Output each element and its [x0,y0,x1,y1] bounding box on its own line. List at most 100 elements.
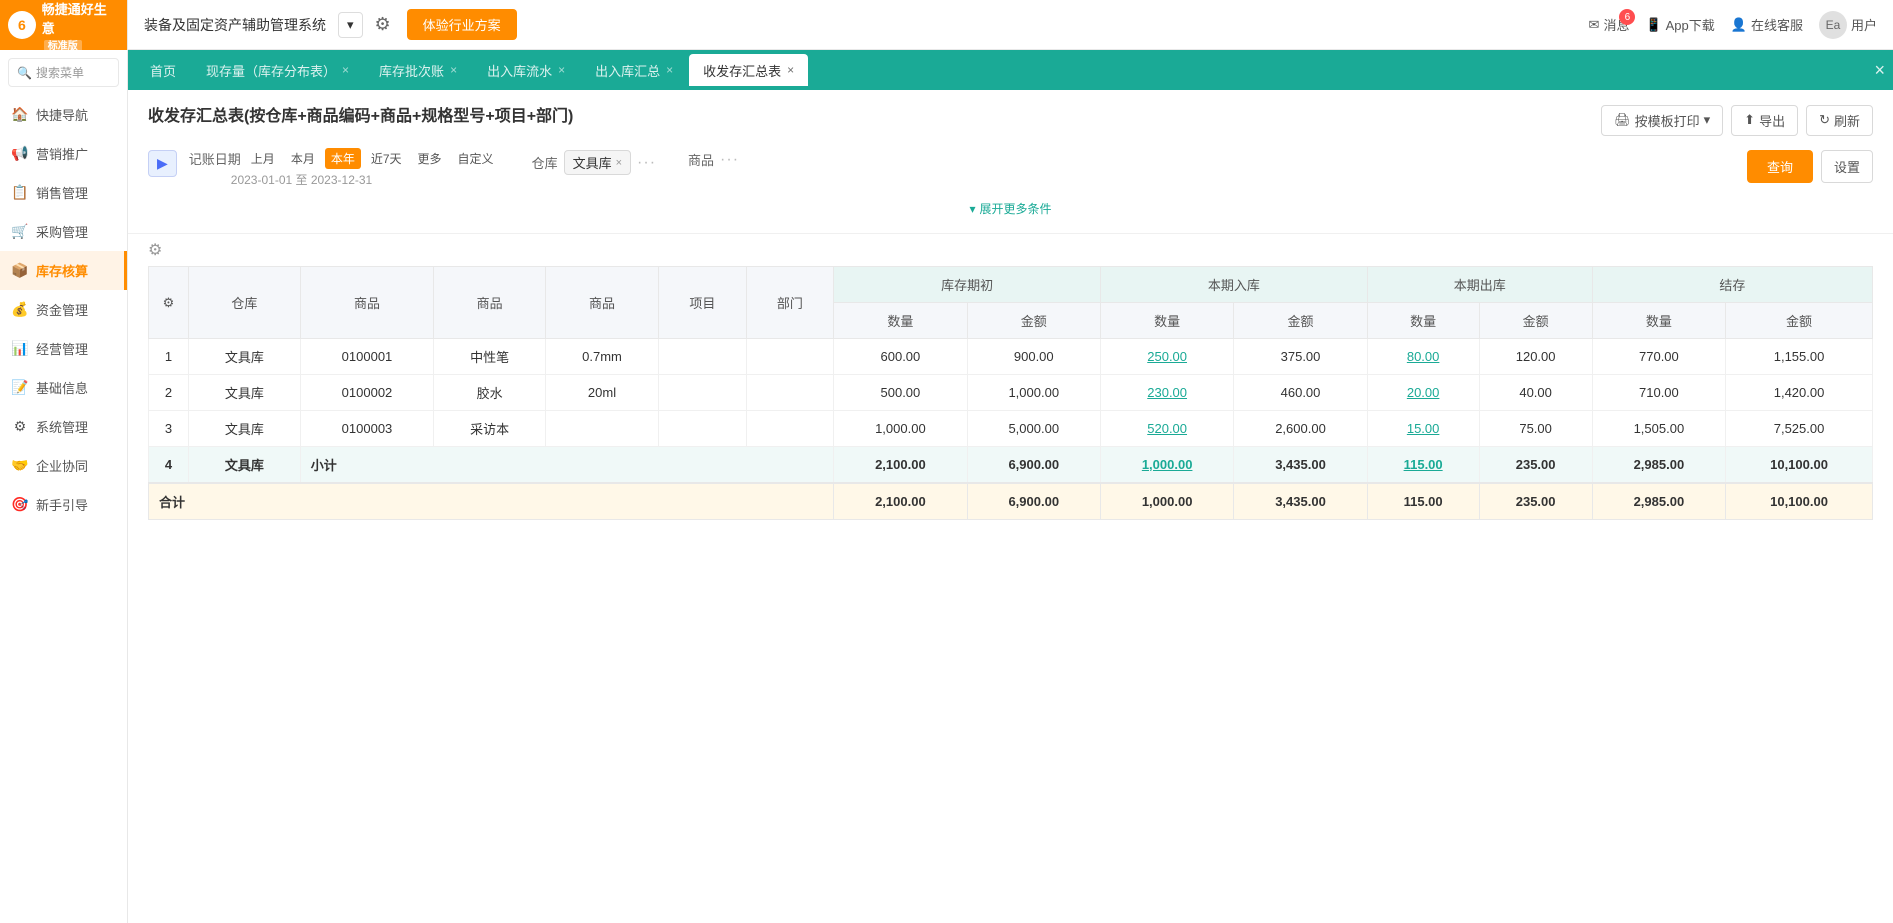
export-btn[interactable]: ⬆ 导出 [1731,105,1798,136]
sidebar-item-basic-info[interactable]: 📝 基础信息 [0,368,127,407]
tab-in-out-summary-close[interactable]: × [666,63,673,77]
sidebar-item-enterprise[interactable]: 🤝 企业协同 [0,446,127,485]
date-btn-7days[interactable]: 近7天 [365,148,408,169]
sidebar-item-system[interactable]: ⚙ 系统管理 [0,407,127,446]
user-avatar: Ea [1819,11,1847,39]
tab-inventory-dist[interactable]: 现存量（库存分布表） × [192,54,363,86]
subtotal-label: 小计 [300,447,833,484]
close-all-tabs-btn[interactable]: × [1874,60,1885,81]
page-title: 收发存汇总表(按仓库+商品编码+商品+规格型号+项目+部门) [148,102,573,126]
date-btn-last-month[interactable]: 上月 [245,148,281,169]
sidebar-item-operation[interactable]: 📊 经营管理 [0,329,127,368]
row-in-qty[interactable]: 520.00 [1100,411,1233,447]
user-menu[interactable]: Ea 用户 [1819,11,1877,39]
tab-in-out-summary[interactable]: 出入库汇总 × [581,54,687,86]
messages-btn[interactable]: ✉ 消息 6 [1589,15,1630,34]
online-service-btn[interactable]: 👤 在线客服 [1731,15,1803,34]
row-out-qty[interactable]: 80.00 [1367,339,1479,375]
warehouse-filter-dots[interactable]: ··· [637,154,656,172]
total-in-amt: 3,435.00 [1234,483,1367,520]
row-out-qty[interactable]: 20.00 [1367,375,1479,411]
filter-settings-btn[interactable]: 设置 [1821,150,1873,183]
sidebar-item-label: 新手引导 [36,495,88,514]
topbar-right: ✉ 消息 6 📱 App下载 👤 在线客服 Ea 用户 [1589,11,1877,39]
filter-collapse-btn[interactable]: ▶ [148,150,177,177]
refresh-icon: ↻ [1819,112,1830,128]
table-settings-icon[interactable]: ⚙ [148,240,162,260]
tab-receive-send-summary-close[interactable]: × [787,63,794,77]
tab-in-out-flow[interactable]: 出入库流水 × [473,54,579,86]
goods-filter-dots[interactable]: ··· [720,151,739,169]
filter-action-group: 查询 设置 [1747,150,1873,183]
trial-btn[interactable]: 体验行业方案 [407,9,517,40]
sidebar-item-inventory[interactable]: 📦 库存核算 [0,251,127,290]
page-content: 收发存汇总表(按仓库+商品编码+商品+规格型号+项目+部门) 🖨 按模板打印 ▾… [128,90,1893,923]
row-warehouse: 文具库 [189,375,301,411]
search-icon: 🔍 [17,66,32,80]
subtotal-out-amt: 235.00 [1479,447,1592,484]
goods-filter-group: 商品 ··· [688,150,739,169]
row-out-qty[interactable]: 15.00 [1367,411,1479,447]
th-settings[interactable]: ⚙ [149,267,189,339]
query-btn[interactable]: 查询 [1747,150,1813,183]
tab-home[interactable]: 首页 [136,54,190,86]
sidebar-item-purchase[interactable]: 🛒 采购管理 [0,212,127,251]
tab-in-out-flow-label: 出入库流水 [487,61,552,80]
expand-conditions-btn[interactable]: ▾ 展开更多条件 [148,194,1873,223]
tab-batch-ledger-close[interactable]: × [450,63,457,77]
refresh-btn[interactable]: ↻ 刷新 [1806,105,1873,136]
date-btn-this-month[interactable]: 本月 [285,148,321,169]
date-shortcuts-row: 记账日期 上月 本月 本年 近7天 更多 自定义 [189,148,500,169]
sidebar-item-capital[interactable]: 💰 资金管理 [0,290,127,329]
tab-receive-send-summary[interactable]: 收发存汇总表 × [689,54,808,86]
row-in-qty[interactable]: 230.00 [1100,375,1233,411]
tab-in-out-flow-close[interactable]: × [558,63,565,77]
date-btn-more[interactable]: 更多 [412,148,448,169]
date-btn-custom[interactable]: 自定义 [452,148,500,169]
row-product-spec [545,411,658,447]
row-opening-amt: 900.00 [967,339,1100,375]
export-icon: ⬆ [1744,112,1755,128]
subtotal-warehouse: 文具库 [189,447,301,484]
capital-icon: 💰 [12,302,28,318]
th-balance-qty: 数量 [1592,303,1725,339]
sidebar-item-label: 营销推广 [36,144,88,163]
print-dropdown-icon: ▾ [1704,112,1711,128]
th-dept: 部门 [746,267,834,339]
app-name: 畅捷通好生意 [42,0,119,37]
total-opening-qty: 2,100.00 [834,483,967,520]
sidebar-item-label: 系统管理 [36,417,88,436]
subtotal-row: 4 文具库 小计 2,100.00 6,900.00 1,000.00 3,43… [149,447,1873,484]
row-product-spec: 20ml [545,375,658,411]
search-menu-button[interactable]: 🔍 搜索菜单 [8,58,119,87]
warehouse-tag-close-btn[interactable]: × [616,157,622,169]
sidebar-item-sales[interactable]: 📋 销售管理 [0,173,127,212]
settings-icon[interactable]: ⚙ [375,14,391,35]
tab-batch-ledger[interactable]: 库存批次账 × [365,54,471,86]
tab-inventory-dist-label: 现存量（库存分布表） [206,61,336,80]
sidebar-item-marketing[interactable]: 📢 营销推广 [0,134,127,173]
row-in-qty[interactable]: 250.00 [1100,339,1233,375]
warehouse-tag-value: 文具库 [573,153,612,172]
sidebar-item-label: 经营管理 [36,339,88,358]
print-template-btn[interactable]: 🖨 按模板打印 ▾ [1601,105,1723,136]
sidebar-item-quick-nav[interactable]: 🏠 快捷导航 [0,95,127,134]
app-download-btn[interactable]: 📱 App下载 [1645,15,1714,34]
sales-icon: 📋 [12,185,28,201]
row-seq: 1 [149,339,189,375]
sidebar-item-label: 资金管理 [36,300,88,319]
date-btn-this-year[interactable]: 本年 [325,148,361,169]
tab-inventory-dist-close[interactable]: × [342,63,349,77]
subtotal-out-qty[interactable]: 115.00 [1367,447,1479,484]
th-project: 项目 [659,267,747,339]
subtotal-opening-amt: 6,900.00 [967,447,1100,484]
dropdown-chevron-icon: ▾ [347,17,354,33]
filter-section: ▶ 记账日期 上月 本月 本年 近7天 更多 自定义 2023-01-01 至 … [128,138,1893,234]
sidebar-item-guide[interactable]: 🎯 新手引导 [0,485,127,524]
sidebar-item-label: 快捷导航 [36,105,88,124]
purchase-icon: 🛒 [12,224,28,240]
system-dropdown[interactable]: ▾ [338,12,363,38]
row-product-code: 0100003 [300,411,433,447]
subtotal-in-qty[interactable]: 1,000.00 [1100,447,1233,484]
total-out-amt: 235.00 [1479,483,1592,520]
